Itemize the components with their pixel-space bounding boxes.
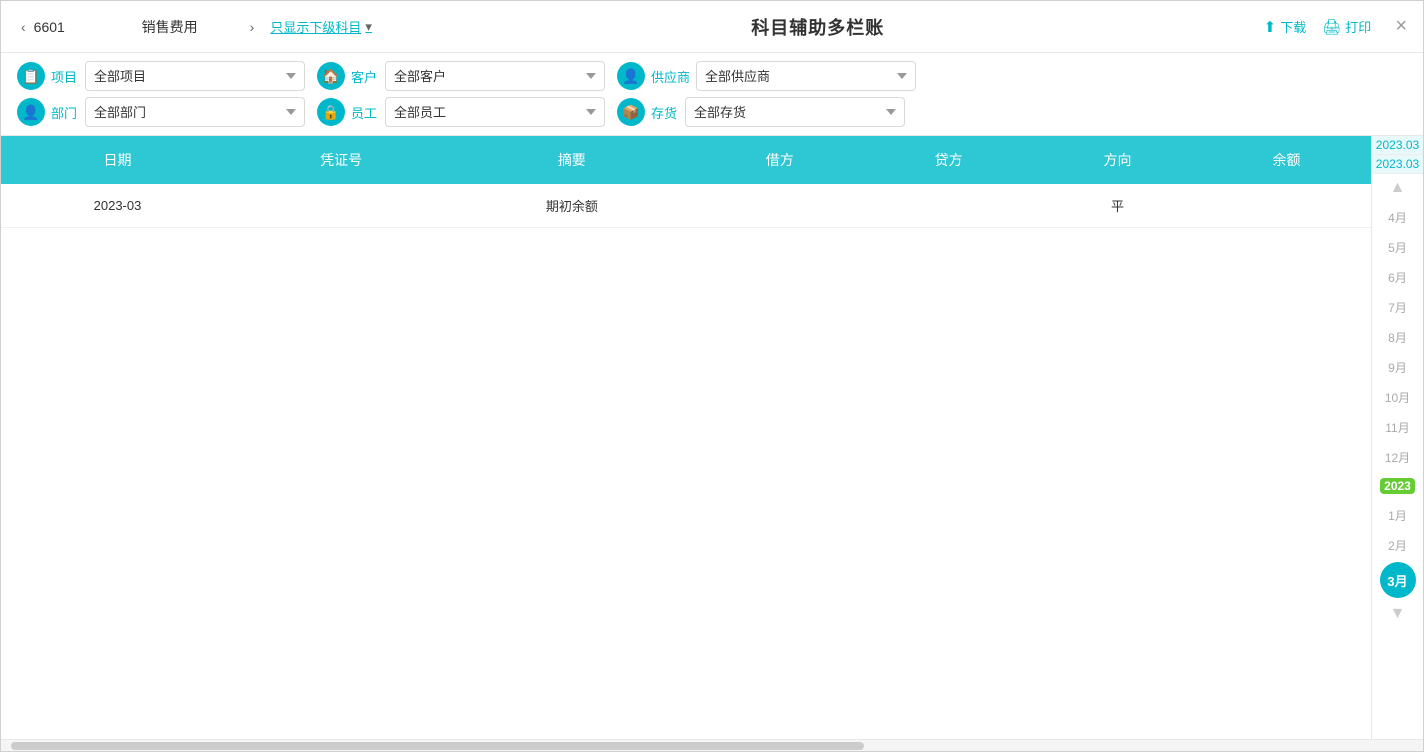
cell-summary: 期初余额: [448, 184, 695, 228]
customer-select[interactable]: 全部客户: [385, 61, 605, 91]
prev-account-btn[interactable]: ‹: [17, 17, 30, 37]
filter-supplier: 👤 供应商 全部供应商: [617, 61, 916, 91]
sidebar-month-item[interactable]: 12月: [1372, 442, 1423, 472]
customer-icon: 🏠: [317, 62, 345, 90]
sidebar-month-item[interactable]: 7月: [1372, 292, 1423, 322]
sidebar-month-item[interactable]: 6月: [1372, 262, 1423, 292]
sidebar-month-item[interactable]: 11月: [1372, 412, 1423, 442]
data-table: 日期 凭证号 摘要 借方 贷方 方向 余额 2023-03 期初余额 平: [1, 136, 1371, 228]
filter-inventory: 📦 存货 全部存货: [617, 97, 905, 127]
col-date: 日期: [1, 136, 234, 184]
account-code: 6601: [34, 19, 134, 35]
col-direction: 方向: [1033, 136, 1202, 184]
sidebar-month-item[interactable]: 4月: [1372, 202, 1423, 232]
cell-date: 2023-03: [1, 184, 234, 228]
cell-direction: 平: [1033, 184, 1202, 228]
project-icon: 📋: [17, 62, 45, 90]
col-balance: 余额: [1202, 136, 1371, 184]
sidebar-month-item[interactable]: 2月: [1372, 530, 1423, 560]
print-label: 打印: [1345, 17, 1371, 36]
filter-section: 📋 项目 全部项目 🏠 客户 全部客户 👤 供应商 全部供应商: [1, 53, 1423, 136]
table-section[interactable]: 日期 凭证号 摘要 借方 贷方 方向 余额 2023-03 期初余额 平: [1, 136, 1371, 739]
scrollbar-thumb[interactable]: [11, 742, 864, 750]
top-bar: ‹ 6601 销售费用 › 只显示下级科目 ▾ 科目辅助多栏账 ⬆ 下载 🖨 打…: [1, 1, 1423, 53]
sidebar-period-end[interactable]: 2023.03: [1372, 155, 1423, 174]
department-select[interactable]: 全部部门: [85, 97, 305, 127]
table-row[interactable]: 2023-03 期初余额 平: [1, 184, 1371, 228]
down-arrow-icon: ▼: [1390, 605, 1406, 623]
print-btn[interactable]: 🖨 打印: [1322, 17, 1371, 36]
download-icon: ⬆: [1264, 18, 1277, 36]
employee-select[interactable]: 全部员工: [385, 97, 605, 127]
col-credit: 贷方: [864, 136, 1033, 184]
sidebar-period-start[interactable]: 2023.03: [1372, 136, 1423, 155]
sidebar-month-item[interactable]: 10月: [1372, 382, 1423, 412]
account-name: 销售费用: [142, 17, 242, 37]
sidebar-month-item[interactable]: 9月: [1372, 352, 1423, 382]
employee-label: 员工: [351, 103, 379, 122]
print-icon: 🖨: [1322, 18, 1341, 36]
page-title: 科目辅助多栏账: [372, 14, 1264, 40]
project-label: 项目: [51, 67, 79, 86]
cell-debit: [695, 184, 864, 228]
show-sub-account-btn[interactable]: 只显示下级科目 ▾: [270, 17, 372, 36]
main-window: ‹ 6601 销售费用 › 只显示下级科目 ▾ 科目辅助多栏账 ⬆ 下载 🖨 打…: [0, 0, 1424, 752]
filter-row-1: 📋 项目 全部项目 🏠 客户 全部客户 👤 供应商 全部供应商: [17, 61, 1407, 91]
employee-icon: 🔒: [317, 98, 345, 126]
next-account-btn[interactable]: ›: [246, 17, 259, 37]
inventory-select[interactable]: 全部存货: [685, 97, 905, 127]
project-select[interactable]: 全部项目: [85, 61, 305, 91]
right-sidebar: 2023.03 2023.03 ▲ 4月5月6月7月8月9月10月11月12月 2…: [1371, 136, 1423, 739]
inventory-label: 存货: [651, 103, 679, 122]
show-sub-label: 只显示下级科目: [270, 17, 361, 36]
customer-label: 客户: [351, 67, 379, 86]
filter-project: 📋 项目 全部项目: [17, 61, 305, 91]
col-voucher: 凭证号: [234, 136, 448, 184]
filter-row-2: 👤 部门 全部部门 🔒 员工 全部员工 📦 存货 全部存货: [17, 97, 1407, 127]
cell-balance: [1202, 184, 1371, 228]
table-header-row: 日期 凭证号 摘要 借方 贷方 方向 余额: [1, 136, 1371, 184]
filter-employee: 🔒 员工 全部员工: [317, 97, 605, 127]
toolbar-right: ⬆ 下载 🖨 打印 ×: [1264, 15, 1407, 38]
month-list: 4月5月6月7月8月9月10月11月12月 2023 1月2月3月: [1372, 202, 1423, 600]
sidebar-up-btn[interactable]: ▲: [1372, 174, 1423, 202]
col-debit: 借方: [695, 136, 864, 184]
filter-department: 👤 部门 全部部门: [17, 97, 305, 127]
year-badge[interactable]: 2023: [1380, 478, 1415, 494]
cell-voucher: [234, 184, 448, 228]
filter-customer: 🏠 客户 全部客户: [317, 61, 605, 91]
sidebar-month-item[interactable]: 8月: [1372, 322, 1423, 352]
cell-credit: [864, 184, 1033, 228]
sidebar-month-item[interactable]: 5月: [1372, 232, 1423, 262]
sidebar-month-item[interactable]: 1月: [1372, 500, 1423, 530]
department-label: 部门: [51, 103, 79, 122]
sidebar-month-item[interactable]: 3月: [1380, 562, 1416, 598]
download-label: 下载: [1280, 17, 1306, 36]
supplier-select[interactable]: 全部供应商: [696, 61, 916, 91]
horizontal-scrollbar[interactable]: [1, 739, 1423, 751]
col-summary: 摘要: [448, 136, 695, 184]
download-btn[interactable]: ⬆ 下载: [1264, 17, 1307, 36]
department-icon: 👤: [17, 98, 45, 126]
close-btn[interactable]: ×: [1395, 15, 1407, 38]
sidebar-down-btn[interactable]: ▼: [1372, 600, 1423, 628]
up-arrow-icon: ▲: [1390, 179, 1406, 197]
content-area: 日期 凭证号 摘要 借方 贷方 方向 余额 2023-03 期初余额 平: [1, 136, 1423, 739]
inventory-icon: 📦: [617, 98, 645, 126]
supplier-label: 供应商: [651, 67, 690, 86]
supplier-icon: 👤: [617, 62, 645, 90]
